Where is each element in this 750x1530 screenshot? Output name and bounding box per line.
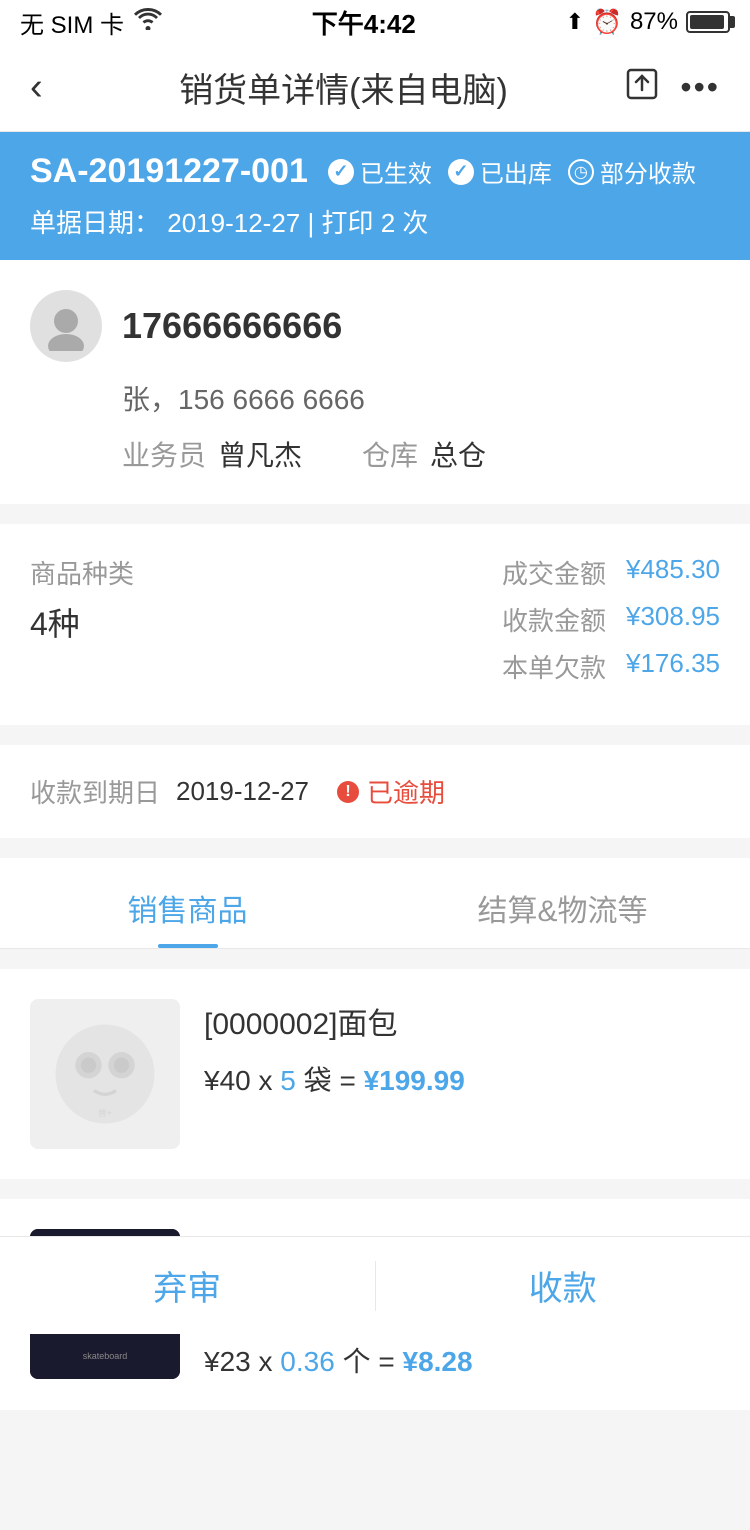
amount-label-total: 成交金额 — [502, 554, 606, 591]
product-qty-2: 0.36 — [280, 1346, 335, 1377]
overdue-badge: ! 已逾期 — [325, 769, 457, 814]
overdue-label: 收款到期日 — [30, 773, 160, 810]
amount-value-debt: ¥176.35 — [626, 648, 720, 685]
tab-sales-products[interactable]: 销售商品 — [0, 858, 375, 948]
alarm-icon: ⏰ — [592, 8, 622, 37]
amount-value-received: ¥308.95 — [626, 601, 720, 638]
status-tag-shipped: ✓ 已出库 — [448, 154, 552, 189]
export-icon[interactable] — [624, 66, 660, 110]
battery-icon — [686, 11, 730, 33]
check-icon-2: ✓ — [448, 159, 474, 185]
bottom-bar: 弃审 收款 — [0, 1236, 750, 1334]
agent-name: 曾凡杰 — [218, 434, 302, 474]
back-button[interactable]: ‹ — [30, 66, 63, 109]
nav-actions: ••• — [624, 66, 720, 110]
status-tag-partial: ◷ 部分收款 — [568, 154, 696, 189]
svg-text:兽+: 兽+ — [98, 1107, 112, 1118]
tab-settlement[interactable]: 结算&物流等 — [375, 858, 750, 948]
product-name-1: [0000002]面包 — [204, 999, 720, 1043]
category-label: 商品种类 — [30, 554, 134, 591]
overdue-dot-icon: ! — [337, 781, 359, 803]
category-count: 4种 — [30, 599, 134, 645]
product-image-1: 兽+ — [30, 999, 180, 1149]
status-right: ⬆ ⏰ 87% — [566, 8, 730, 37]
print-unit: 次 — [402, 208, 428, 238]
customer-section: 17666666666 张，156 6666 6666 业务员 曾凡杰 仓库 总… — [0, 260, 750, 504]
product-unit-1: 袋 — [304, 1065, 332, 1096]
collect-payment-label: 收款 — [529, 1261, 597, 1310]
tabs-divider — [0, 948, 750, 949]
header-banner: SA-20191227-001 ✓ 已生效 ✓ 已出库 ◷ 部分收款 单据日期：… — [0, 132, 750, 260]
amount-label-received: 收款金额 — [502, 601, 606, 638]
list-item: 兽+ [0000002]面包 ¥40 x 5 袋 = ¥199.99 — [0, 969, 750, 1179]
customer-contact: 张，156 6666 6666 — [30, 378, 720, 418]
status-bar: 无 SIM 卡 下午4:42 ⬆ ⏰ 87% — [0, 0, 750, 44]
product-info-1: [0000002]面包 ¥40 x 5 袋 = ¥199.99 — [204, 999, 720, 1099]
customer-id: 17666666666 — [122, 305, 342, 347]
status-label-3: 部分收款 — [600, 154, 696, 189]
separator: | — [307, 208, 321, 238]
nav-bar: ‹ 销货单详情(来自电脑) ••• — [0, 44, 750, 132]
summary-section: 商品种类 4种 成交金额 ¥485.30 收款金额 ¥308.95 本单欠款 ¥… — [0, 524, 750, 725]
banner-date: 单据日期： 2019-12-27 | 打印 2 次 — [30, 203, 720, 240]
more-options-icon[interactable]: ••• — [680, 69, 720, 106]
amount-row-debt: 本单欠款 ¥176.35 — [502, 648, 720, 685]
date-label: 单据日期： — [30, 208, 160, 238]
summary-left: 商品种类 4种 — [30, 554, 134, 645]
agent-label: 业务员 — [122, 434, 206, 474]
amount-row-received: 收款金额 ¥308.95 — [502, 601, 720, 638]
product-unit-price-2: ¥23 — [204, 1346, 251, 1377]
summary-row: 商品种类 4种 成交金额 ¥485.30 收款金额 ¥308.95 本单欠款 ¥… — [30, 554, 720, 695]
product-price-row-2: ¥23 x 0.36 个 = ¥8.28 — [204, 1340, 720, 1380]
check-icon-1: ✓ — [328, 159, 354, 185]
product-unit-price-1: ¥40 — [204, 1065, 251, 1096]
status-label-1: 已生效 — [360, 154, 432, 189]
product-total-2: ¥8.28 — [403, 1346, 473, 1377]
warehouse-label: 仓库 — [362, 434, 418, 474]
avatar — [30, 290, 102, 362]
svg-text:skateboard: skateboard — [83, 1351, 128, 1361]
battery-percent: 87% — [630, 8, 678, 36]
amount-label-debt: 本单欠款 — [502, 648, 606, 685]
product-equals-2: = — [378, 1346, 402, 1377]
order-date: 2019-12-27 — [167, 208, 300, 238]
agent-row: 业务员 曾凡杰 仓库 总仓 — [30, 434, 720, 474]
order-id: SA-20191227-001 — [30, 152, 308, 191]
cancel-review-label: 弃审 — [153, 1261, 221, 1310]
tab-settlement-label: 结算&物流等 — [477, 895, 647, 928]
print-label: 打印 — [321, 208, 373, 238]
status-label-2: 已出库 — [480, 154, 552, 189]
status-left: 无 SIM 卡 — [20, 5, 162, 40]
product-list: 兽+ [0000002]面包 ¥40 x 5 袋 = ¥199.99 — [0, 969, 750, 1410]
clock-icon: ◷ — [568, 159, 594, 185]
overdue-date: 2019-12-27 — [176, 776, 309, 807]
product-unit-2: 个 — [343, 1346, 371, 1377]
wifi-icon — [134, 8, 162, 37]
banner-top: SA-20191227-001 ✓ 已生效 ✓ 已出库 ◷ 部分收款 — [30, 152, 720, 191]
customer-row: 17666666666 — [30, 290, 720, 362]
amount-row-total: 成交金额 ¥485.30 — [502, 554, 720, 591]
product-total-1: ¥199.99 — [364, 1065, 465, 1096]
tab-sales-label: 销售商品 — [128, 895, 248, 928]
product-equals-1: = — [339, 1065, 363, 1096]
status-tags: ✓ 已生效 ✓ 已出库 ◷ 部分收款 — [328, 154, 696, 189]
location-icon: ⬆ — [566, 9, 584, 35]
overdue-section: 收款到期日 2019-12-27 ! 已逾期 — [0, 745, 750, 838]
print-count-value: 2 — [381, 208, 395, 238]
status-time: 下午4:42 — [312, 4, 416, 41]
product-multiply-1: x — [259, 1065, 281, 1096]
page-title: 销货单详情(来自电脑) — [63, 63, 625, 112]
status-tag-effective: ✓ 已生效 — [328, 154, 432, 189]
summary-right: 成交金额 ¥485.30 收款金额 ¥308.95 本单欠款 ¥176.35 — [502, 554, 720, 695]
cancel-review-button[interactable]: 弃审 — [0, 1237, 375, 1334]
product-qty-1: 5 — [280, 1065, 296, 1096]
tabs-section: 销售商品 结算&物流等 — [0, 858, 750, 948]
product-multiply-2: x — [259, 1346, 281, 1377]
product-price-row-1: ¥40 x 5 袋 = ¥199.99 — [204, 1059, 720, 1099]
warehouse-name: 总仓 — [430, 434, 486, 474]
amount-value-total: ¥485.30 — [626, 554, 720, 591]
carrier-label: 无 SIM 卡 — [20, 5, 124, 40]
overdue-text: 已逾期 — [367, 773, 445, 810]
collect-payment-button[interactable]: 收款 — [376, 1237, 750, 1334]
